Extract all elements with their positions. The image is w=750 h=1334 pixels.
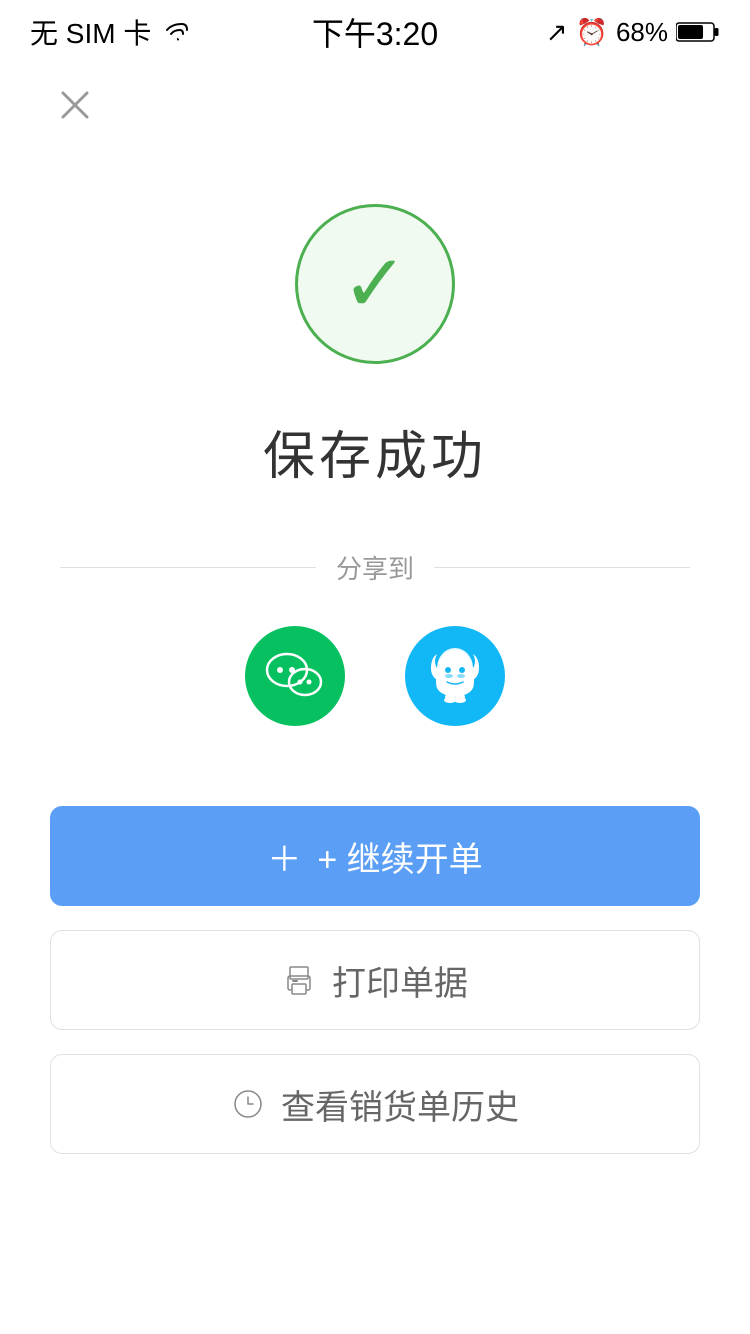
main-content: ✓ 保存成功 分享到 — [0, 64, 750, 1154]
battery-text: 68% — [616, 17, 668, 48]
view-history-button[interactable]: 查看销货单历史 — [50, 1054, 700, 1154]
divider-right — [434, 567, 690, 568]
share-label: 分享到 — [336, 549, 414, 586]
checkmark-icon: ✓ — [341, 244, 408, 324]
close-icon — [57, 87, 93, 123]
continue-order-label: + 继续开单 — [317, 832, 482, 881]
action-buttons: ＋ + 继续开单 打印单据 查看销货单历史 — [0, 806, 750, 1154]
close-button[interactable] — [50, 80, 100, 130]
print-icon — [282, 963, 316, 997]
print-receipt-button[interactable]: 打印单据 — [50, 930, 700, 1030]
status-bar: 无 SIM 卡 下午3:20 ↗ ⏰ 68% — [0, 0, 750, 64]
wechat-icon — [265, 650, 325, 702]
history-label: 查看销货单历史 — [281, 1080, 519, 1129]
qq-icon — [427, 646, 483, 706]
divider-left — [60, 567, 316, 568]
print-label: 打印单据 — [332, 956, 468, 1005]
success-title: 保存成功 — [263, 414, 487, 489]
status-right: ↗ ⏰ 68% — [546, 17, 720, 48]
status-left: 无 SIM 卡 — [30, 12, 193, 52]
share-divider: 分享到 — [0, 549, 750, 586]
wechat-share-button[interactable] — [245, 626, 345, 726]
wifi-icon — [161, 20, 193, 44]
no-sim-text: 无 SIM 卡 — [30, 12, 151, 52]
success-circle: ✓ — [295, 204, 455, 364]
qq-share-button[interactable] — [405, 626, 505, 726]
history-icon — [231, 1087, 265, 1121]
share-section: 分享到 — [0, 549, 750, 726]
share-icons — [245, 626, 505, 726]
alarm-icon: ⏰ — [576, 17, 608, 48]
continue-order-button[interactable]: ＋ + 继续开单 — [50, 806, 700, 906]
plus-icon: ＋ — [267, 832, 301, 881]
status-time: 下午3:20 — [312, 9, 438, 55]
battery-icon — [676, 21, 720, 43]
location-icon: ↗ — [546, 17, 568, 48]
